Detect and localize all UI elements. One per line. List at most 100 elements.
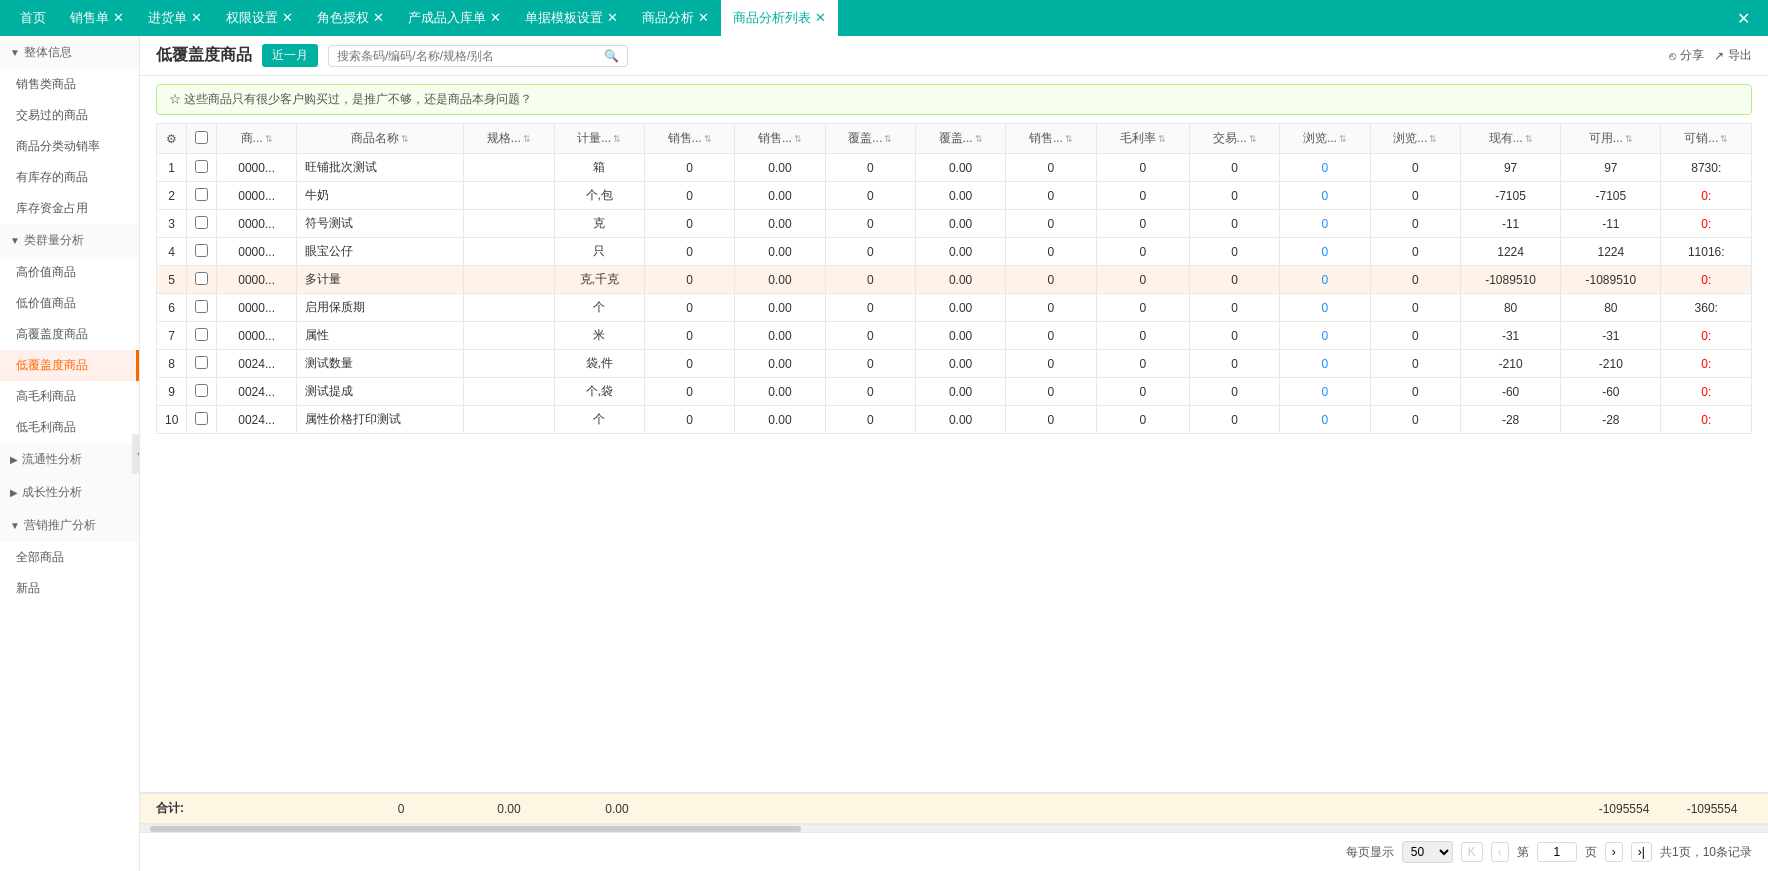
- cell-checkbox[interactable]: [187, 266, 217, 294]
- th-available[interactable]: 可用...⇅: [1561, 124, 1661, 154]
- th-trade[interactable]: 交易...⇅: [1189, 124, 1279, 154]
- cell-browse1[interactable]: 0: [1280, 154, 1370, 182]
- nav-purchase-close[interactable]: ✕: [191, 0, 202, 36]
- th-saleable[interactable]: 可销...⇅: [1661, 124, 1752, 154]
- sidebar-item-high-gross[interactable]: 高毛利商品: [0, 381, 139, 412]
- nav-product-warehouse-close[interactable]: ✕: [490, 0, 501, 36]
- sidebar-item-low-gross[interactable]: 低毛利商品: [0, 412, 139, 443]
- cell-browse1[interactable]: 0: [1280, 238, 1370, 266]
- cell-checkbox[interactable]: [187, 378, 217, 406]
- th-sales3[interactable]: 销售...⇅: [1006, 124, 1096, 154]
- cell-browse1[interactable]: 0: [1280, 266, 1370, 294]
- row-checkbox[interactable]: [195, 160, 208, 173]
- row-checkbox[interactable]: [195, 356, 208, 369]
- th-browse2[interactable]: 浏览...⇅: [1370, 124, 1460, 154]
- nav-permission-close[interactable]: ✕: [282, 0, 293, 36]
- nav-role[interactable]: 角色授权 ✕: [305, 0, 396, 36]
- cell-checkbox[interactable]: [187, 182, 217, 210]
- search-box[interactable]: 🔍: [328, 45, 628, 67]
- row-checkbox[interactable]: [195, 384, 208, 397]
- sidebar-item-stocked-goods[interactable]: 有库存的商品: [0, 162, 139, 193]
- sidebar-section-overall[interactable]: ▼ 整体信息: [0, 36, 139, 69]
- th-sales1[interactable]: 销售...⇅: [644, 124, 734, 154]
- sidebar-section-circulation[interactable]: ▶ 流通性分析: [0, 443, 139, 476]
- cell-checkbox[interactable]: [187, 406, 217, 434]
- close-all-button[interactable]: ✕: [1727, 9, 1760, 28]
- sidebar-item-low-coverage[interactable]: 低覆盖度商品: [0, 350, 139, 381]
- th-code[interactable]: 商...⇅: [217, 124, 297, 154]
- cell-checkbox[interactable]: [187, 350, 217, 378]
- sidebar-section-growth[interactable]: ▶ 成长性分析: [0, 476, 139, 509]
- nav-template[interactable]: 单据模板设置 ✕: [513, 0, 630, 36]
- next-page-button[interactable]: ›: [1605, 842, 1623, 862]
- share-button[interactable]: ⎋ 分享: [1669, 47, 1704, 64]
- cell-checkbox[interactable]: [187, 294, 217, 322]
- sidebar-item-category-rate[interactable]: 商品分类动销率: [0, 131, 139, 162]
- nav-product-analysis-list[interactable]: 商品分析列表 ✕: [721, 0, 838, 36]
- sidebar-item-traded-goods[interactable]: 交易过的商品: [0, 100, 139, 131]
- row-checkbox[interactable]: [195, 412, 208, 425]
- th-gross-rate[interactable]: 毛利率⇅: [1096, 124, 1189, 154]
- cell-checkbox[interactable]: [187, 210, 217, 238]
- nav-home[interactable]: 首页: [8, 0, 58, 36]
- nav-template-close[interactable]: ✕: [607, 0, 618, 36]
- per-page-select[interactable]: 50 20 100: [1402, 841, 1453, 863]
- row-checkbox[interactable]: [195, 328, 208, 341]
- horizontal-scrollbar[interactable]: [140, 824, 1768, 832]
- cell-trade: 0: [1189, 350, 1279, 378]
- search-input[interactable]: [337, 49, 600, 63]
- th-spec[interactable]: 规格...⇅: [464, 124, 554, 154]
- row-checkbox[interactable]: [195, 244, 208, 257]
- page-input[interactable]: [1537, 842, 1577, 862]
- cell-browse1[interactable]: 0: [1280, 210, 1370, 238]
- row-checkbox[interactable]: [195, 188, 208, 201]
- cell-browse1[interactable]: 0: [1280, 322, 1370, 350]
- prev-page-button[interactable]: ‹: [1491, 842, 1509, 862]
- nav-product-analysis-close[interactable]: ✕: [698, 0, 709, 36]
- first-page-button[interactable]: K: [1461, 842, 1483, 862]
- th-browse1[interactable]: 浏览...⇅: [1280, 124, 1370, 154]
- sidebar-item-high-value[interactable]: 高价值商品: [0, 257, 139, 288]
- cell-browse1[interactable]: 0: [1280, 406, 1370, 434]
- cell-checkbox[interactable]: [187, 322, 217, 350]
- nav-permission[interactable]: 权限设置 ✕: [214, 0, 305, 36]
- row-checkbox[interactable]: [195, 272, 208, 285]
- row-checkbox[interactable]: [195, 300, 208, 313]
- sidebar-collapse-button[interactable]: «: [132, 434, 140, 474]
- th-sales2[interactable]: 销售...⇅: [735, 124, 825, 154]
- sidebar-item-new-goods[interactable]: 新品: [0, 573, 139, 604]
- nav-role-close[interactable]: ✕: [373, 0, 384, 36]
- nav-sales-close[interactable]: ✕: [113, 0, 124, 36]
- last-page-button[interactable]: ›|: [1631, 842, 1652, 862]
- sidebar-item-low-value[interactable]: 低价值商品: [0, 288, 139, 319]
- nav-sales[interactable]: 销售单 ✕: [58, 0, 136, 36]
- th-unit[interactable]: 计量...⇅: [554, 124, 644, 154]
- sidebar-section-marketing[interactable]: ▼ 营销推广分析: [0, 509, 139, 542]
- th-settings[interactable]: ⚙: [157, 124, 187, 154]
- sidebar-section-cluster[interactable]: ▼ 类群量分析: [0, 224, 139, 257]
- th-current[interactable]: 现有...⇅: [1460, 124, 1560, 154]
- th-cover1[interactable]: 覆盖...⇅: [825, 124, 915, 154]
- sidebar-item-stock-capital[interactable]: 库存资金占用: [0, 193, 139, 224]
- nav-purchase[interactable]: 进货单 ✕: [136, 0, 214, 36]
- cell-browse1[interactable]: 0: [1280, 350, 1370, 378]
- row-checkbox[interactable]: [195, 216, 208, 229]
- cell-checkbox[interactable]: [187, 154, 217, 182]
- select-all-checkbox[interactable]: [195, 131, 208, 144]
- export-button[interactable]: ↗ 导出: [1714, 47, 1752, 64]
- cell-browse1[interactable]: 0: [1280, 294, 1370, 322]
- sidebar-item-high-coverage[interactable]: 高覆盖度商品: [0, 319, 139, 350]
- th-cover2[interactable]: 覆盖...⇅: [915, 124, 1005, 154]
- cell-browse1[interactable]: 0: [1280, 182, 1370, 210]
- data-table-container[interactable]: ⚙ 商...⇅ 商品名称⇅ 规格...⇅ 计量...⇅ 销售...⇅ 销售...…: [140, 123, 1768, 792]
- sidebar-item-all-goods[interactable]: 全部商品: [0, 542, 139, 573]
- cell-browse1[interactable]: 0: [1280, 378, 1370, 406]
- period-button[interactable]: 近一月: [262, 44, 318, 67]
- nav-product-analysis-list-close[interactable]: ✕: [815, 0, 826, 36]
- th-name[interactable]: 商品名称⇅: [296, 124, 463, 154]
- sidebar-item-sales-goods[interactable]: 销售类商品: [0, 69, 139, 100]
- nav-product-analysis[interactable]: 商品分析 ✕: [630, 0, 721, 36]
- nav-product-warehouse[interactable]: 产成品入库单 ✕: [396, 0, 513, 36]
- th-checkbox[interactable]: [187, 124, 217, 154]
- cell-checkbox[interactable]: [187, 238, 217, 266]
